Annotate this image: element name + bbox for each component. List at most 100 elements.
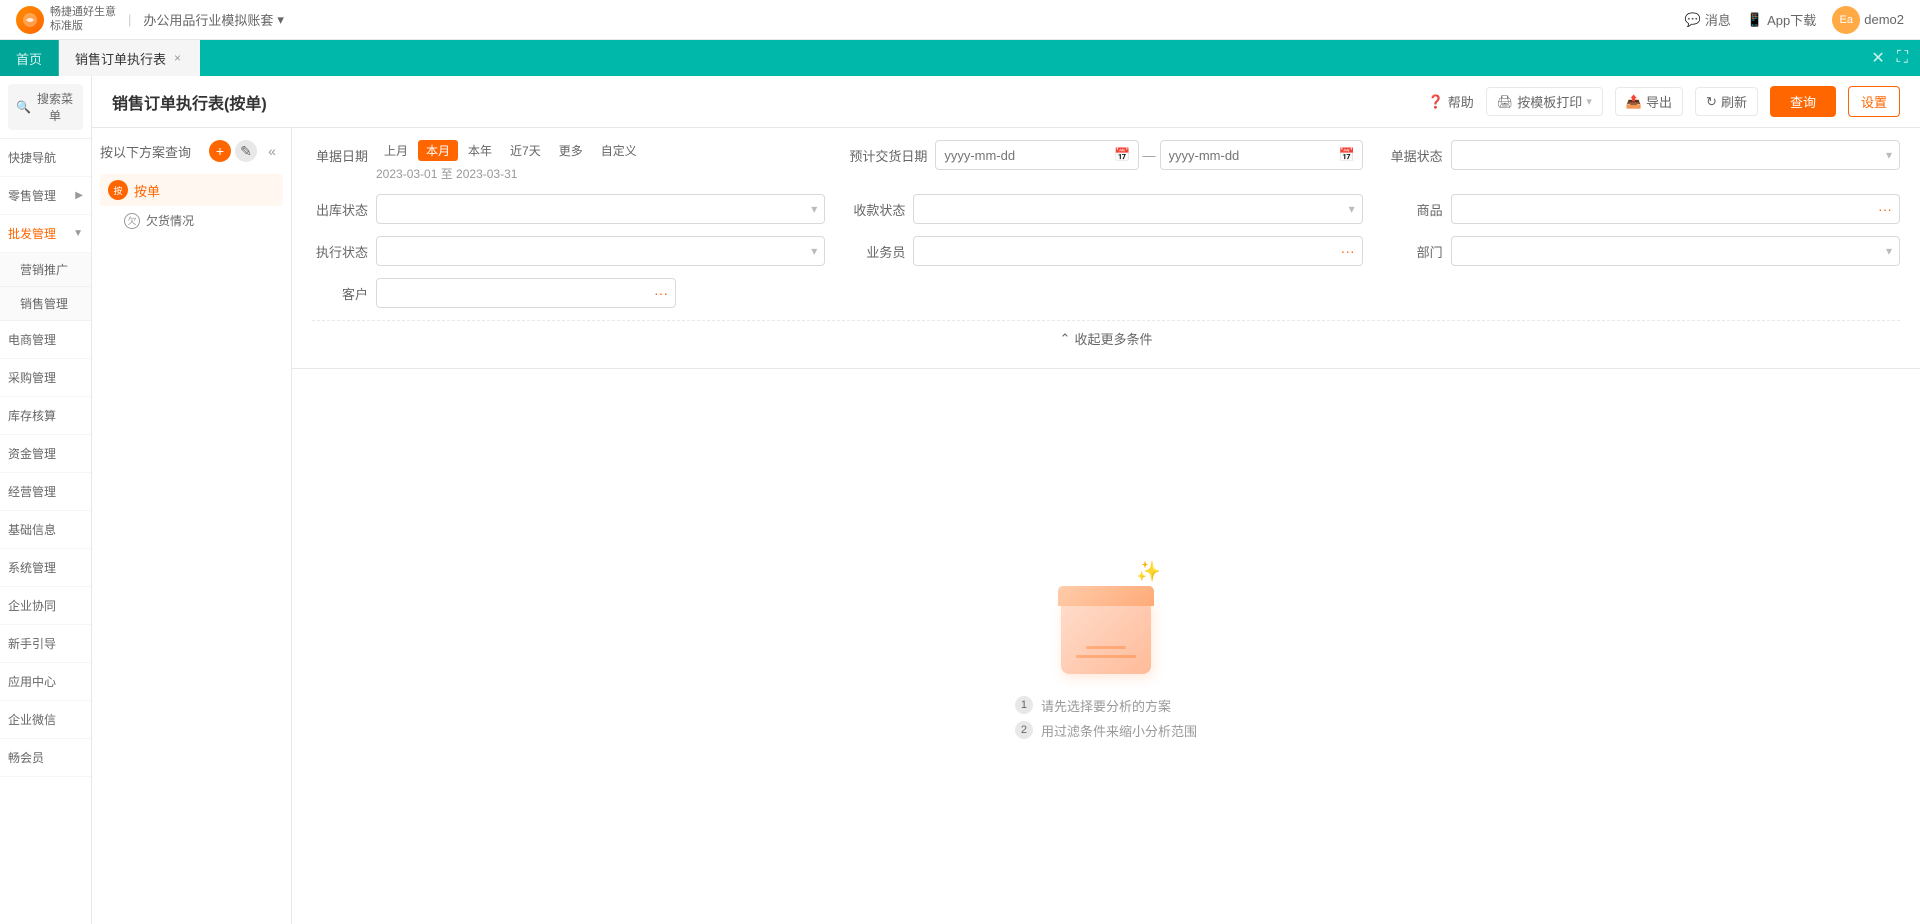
export-button[interactable]: 📤 导出 bbox=[1615, 87, 1683, 116]
date-btn-this-month[interactable]: 本月 bbox=[418, 140, 458, 161]
export-icon: 📤 bbox=[1626, 94, 1642, 110]
filter-delivery-status-field: 出库状态 ▾ bbox=[312, 194, 825, 224]
search-menu-button[interactable]: 🔍 搜索菜单 bbox=[8, 84, 83, 130]
help-button[interactable]: ❓ 帮助 bbox=[1428, 92, 1474, 111]
sidebar-item-label: 批发管理 bbox=[8, 225, 56, 242]
message-button[interactable]: 💬 消息 bbox=[1685, 10, 1731, 29]
filter-order-status-field: 单据状态 ▾ bbox=[1387, 140, 1900, 170]
salesperson-input[interactable] bbox=[913, 236, 1362, 266]
sidebar-item-new-guide[interactable]: 新手引导 bbox=[0, 625, 91, 663]
export-label: 导出 bbox=[1646, 92, 1672, 111]
sidebar-item-batch-mgmt[interactable]: 批发管理 ▼ bbox=[0, 215, 91, 253]
sidebar-item-label: 营销推广 bbox=[20, 261, 68, 278]
sidebar-search-area: 🔍 搜索菜单 bbox=[0, 76, 91, 139]
salesperson-control: ··· bbox=[913, 236, 1362, 266]
box-line2 bbox=[1076, 655, 1136, 658]
filter-row-2: 出库状态 ▾ 收款状态 bbox=[312, 194, 1900, 224]
print-button[interactable]: 🖨 按模板打印 ▾ bbox=[1486, 87, 1603, 116]
tab-close-icon[interactable]: × bbox=[172, 49, 183, 67]
refresh-button[interactable]: ↻ 刷新 bbox=[1695, 87, 1758, 116]
date-range-display: 2023-03-01 至 2023-03-31 bbox=[376, 165, 645, 182]
plus-icon: + bbox=[216, 143, 224, 159]
scheme-panel-header: 按以下方案查询 + ✎ « bbox=[100, 136, 283, 166]
sidebar-item-sales-mgmt[interactable]: 销售管理 bbox=[0, 287, 91, 321]
date-btn-last-7-days[interactable]: 近7天 bbox=[502, 140, 549, 161]
filter-goods-field: 商品 ··· bbox=[1387, 194, 1900, 224]
sidebar-item-inventory-check[interactable]: 库存核算 bbox=[0, 397, 91, 435]
exec-status-select[interactable] bbox=[376, 236, 825, 266]
sidebar-item-label: 库存核算 bbox=[8, 407, 56, 424]
query-button[interactable]: 查询 bbox=[1770, 86, 1836, 117]
sidebar-item-sys-mgmt[interactable]: 系统管理 bbox=[0, 549, 91, 587]
scheme-sub-item-owe-goods[interactable]: 欠 欠货情况 bbox=[100, 206, 283, 235]
sidebar-item-ops-mgmt[interactable]: 经营管理 bbox=[0, 473, 91, 511]
date-from-wrapper: 📅 bbox=[935, 140, 1138, 170]
refresh-label: 刷新 bbox=[1721, 92, 1747, 111]
delivery-status-select[interactable] bbox=[376, 194, 825, 224]
download-icon: 📱 bbox=[1747, 12, 1763, 28]
date-btn-custom[interactable]: 自定义 bbox=[593, 140, 645, 161]
date-from-input[interactable] bbox=[935, 140, 1138, 170]
expand-icon[interactable]: ⛶ bbox=[1897, 49, 1908, 67]
customer-input[interactable] bbox=[376, 278, 676, 308]
app-download-button[interactable]: 📱 App下载 bbox=[1747, 10, 1816, 29]
sidebar-item-quick-nav[interactable]: 快捷导航 bbox=[0, 139, 91, 177]
sidebar-item-label: 电商管理 bbox=[8, 331, 56, 348]
header-left: 畅捷通好生意 标准版 | 办公用品行业模拟账套 ▾ bbox=[16, 6, 284, 34]
close-all-icon[interactable]: ✕ bbox=[1871, 48, 1884, 68]
sidebar-item-member[interactable]: 畅会员 bbox=[0, 739, 91, 777]
tab-sales-order-list[interactable]: 销售订单执行表 × bbox=[59, 40, 200, 76]
hint-text-2: 用过滤条件来缩小分析范围 bbox=[1041, 721, 1197, 740]
payment-status-select[interactable] bbox=[913, 194, 1362, 224]
filter-customer-field: 客户 ··· bbox=[312, 278, 676, 308]
logo-text: 畅捷通好生意 标准版 bbox=[50, 6, 116, 32]
user-profile[interactable]: Ea demo2 bbox=[1832, 6, 1904, 34]
sidebar-item-marketing[interactable]: 营销推广 bbox=[0, 253, 91, 287]
goods-more-icon[interactable]: ··· bbox=[1878, 201, 1892, 217]
sidebar-item-ecommerce-mgmt[interactable]: 电商管理 bbox=[0, 321, 91, 359]
sidebar-item-label: 经营管理 bbox=[8, 483, 56, 500]
date-quick-buttons: 上月 本月 本年 近7天 更多 自定义 bbox=[376, 140, 645, 161]
sub-scheme-label: 欠货情况 bbox=[146, 212, 194, 229]
top-header: 畅捷通好生意 标准版 | 办公用品行业模拟账套 ▾ 💬 消息 📱 App下载 E… bbox=[0, 0, 1920, 40]
scheme-item-press[interactable]: 按 按单 bbox=[100, 174, 283, 206]
sidebar-item-basic-info[interactable]: 基础信息 bbox=[0, 511, 91, 549]
scheme-panel: 按以下方案查询 + ✎ « 按 bbox=[92, 128, 292, 924]
salesperson-more-icon[interactable]: ··· bbox=[1341, 243, 1355, 259]
sidebar-item-enterprise-wechat[interactable]: 企业微信 bbox=[0, 701, 91, 739]
empty-hint-1: 1 请先选择要分析的方案 bbox=[1015, 696, 1197, 715]
nav-tabs-bar: 首页 销售订单执行表 × ✕ ⛶ bbox=[0, 40, 1920, 76]
collapse-panel-button[interactable]: « bbox=[261, 140, 283, 162]
box-line1 bbox=[1086, 646, 1126, 649]
sidebar-item-enterprise-collab[interactable]: 企业协同 bbox=[0, 587, 91, 625]
sidebar-item-app-center[interactable]: 应用中心 bbox=[0, 663, 91, 701]
edit-scheme-button[interactable]: ✎ bbox=[235, 140, 257, 162]
add-scheme-button[interactable]: + bbox=[209, 140, 231, 162]
breadcrumb-separator: | bbox=[128, 12, 131, 27]
help-icon: ❓ bbox=[1428, 94, 1444, 110]
sidebar-item-label: 快捷导航 bbox=[8, 149, 56, 166]
settings-button[interactable]: 设置 bbox=[1848, 86, 1900, 117]
sidebar-item-purchase-mgmt[interactable]: 采购管理 bbox=[0, 359, 91, 397]
date-btn-this-year[interactable]: 本年 bbox=[460, 140, 500, 161]
exec-status-label: 执行状态 bbox=[312, 242, 368, 261]
sidebar-item-retail-mgmt[interactable]: 零售管理 ▶ bbox=[0, 177, 91, 215]
sidebar-item-finance-mgmt[interactable]: 资金管理 bbox=[0, 435, 91, 473]
order-status-select[interactable] bbox=[1451, 140, 1900, 170]
breadcrumb-dropdown[interactable]: 办公用品行业模拟账套 ▾ bbox=[143, 10, 284, 29]
content-right: 单据日期 上月 本月 本年 近7天 更多 自定义 20 bbox=[292, 128, 1920, 924]
date-btn-more[interactable]: 更多 bbox=[551, 140, 591, 161]
tab-home[interactable]: 首页 bbox=[0, 40, 59, 76]
delivery-date-range: 📅 — 📅 bbox=[935, 140, 1362, 170]
customer-more-icon[interactable]: ··· bbox=[654, 285, 668, 301]
customer-label: 客户 bbox=[312, 284, 368, 303]
date-btn-last-month[interactable]: 上月 bbox=[376, 140, 416, 161]
sidebar: 🔍 搜索菜单 快捷导航 零售管理 ▶ 批发管理 ▼ 营销推广 销售管理 电商管理… bbox=[0, 76, 92, 924]
dept-select[interactable] bbox=[1451, 236, 1900, 266]
edit-icon: ✎ bbox=[240, 143, 252, 160]
date-to-input[interactable] bbox=[1160, 140, 1363, 170]
goods-input[interactable] bbox=[1451, 194, 1900, 224]
collapse-filter-button[interactable]: ⌃ 收起更多条件 bbox=[1048, 325, 1165, 352]
collapse-label: 收起更多条件 bbox=[1074, 329, 1152, 348]
empty-state: ✨ 1 请先选择要分析的方案 bbox=[292, 369, 1920, 924]
